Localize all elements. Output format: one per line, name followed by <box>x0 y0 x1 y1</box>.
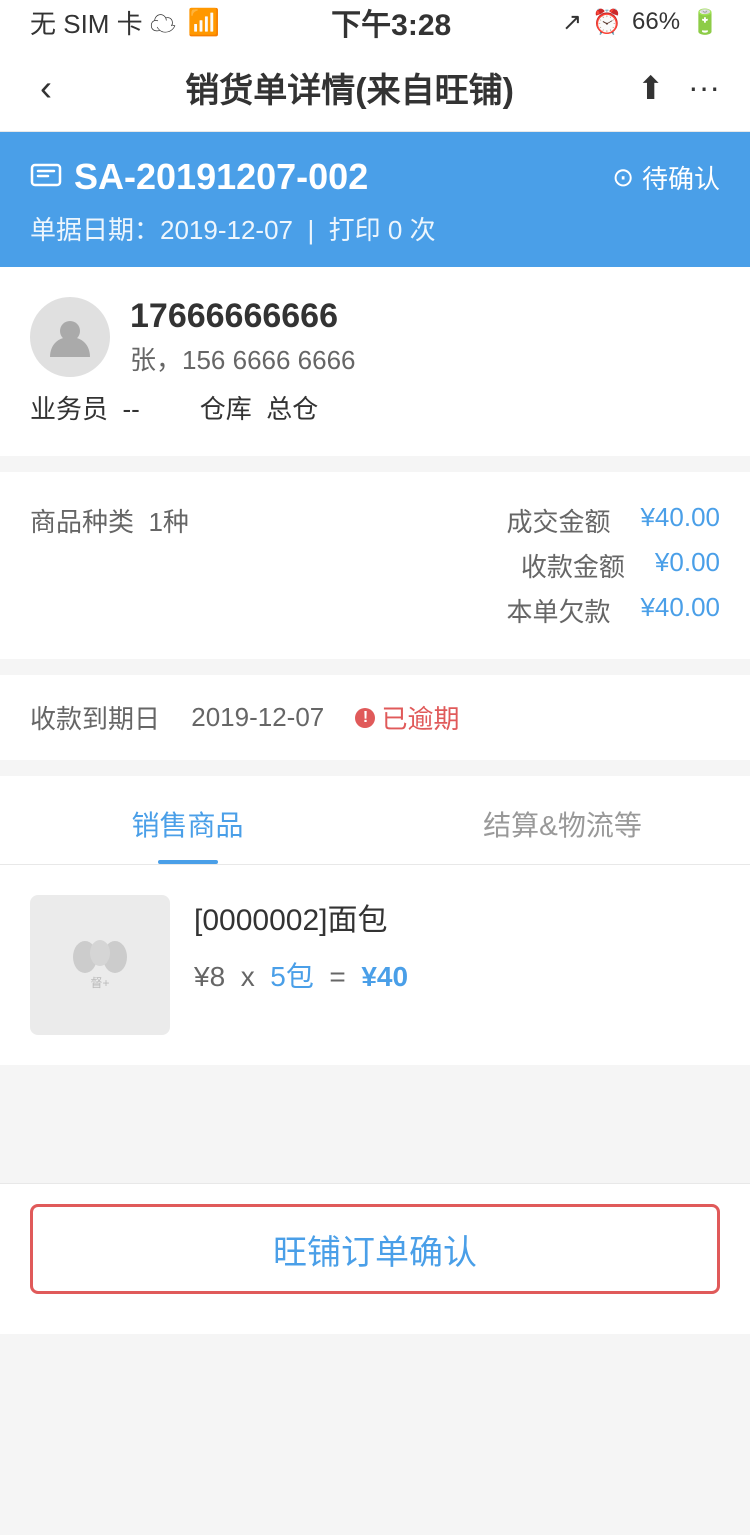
sim-status: 无 SIM 卡 ☁ <box>30 4 176 41</box>
overdue-icon: ! <box>355 708 375 728</box>
transaction-amount: 成交金额 ¥40.00 <box>506 502 720 539</box>
clock-icon: ⊙ <box>612 162 634 193</box>
received-amount: 收款金额 ¥0.00 <box>521 547 720 584</box>
order-id: SA-20191207-002 <box>30 156 368 198</box>
customer-avatar <box>30 297 110 377</box>
tab-products[interactable]: 销售商品 <box>0 776 375 864</box>
page-title: 销货单详情(来自旺铺) <box>185 63 514 112</box>
summary-card: 商品种类 1种 成交金额 ¥40.00 收款金额 ¥0.00 本单欠款 ¥40.… <box>0 472 750 659</box>
share-button[interactable]: ⬆ <box>637 69 664 107</box>
status-bar-time: 下午3:28 <box>331 0 451 44</box>
due-date-label: 收款到期日 <box>30 699 160 736</box>
order-status: ⊙ 待确认 <box>612 159 720 196</box>
warehouse: 仓库 总仓 <box>200 389 318 426</box>
products-section: 督+ [0000002]面包 ¥8 x 5包 = ¥40 <box>0 865 750 1065</box>
customer-card: 17666666666 张，156 6666 6666 业务员 -- 仓库 总仓 <box>0 267 750 456</box>
product-info: [0000002]面包 ¥8 x 5包 = ¥40 <box>194 895 720 995</box>
bottom-bar: 旺铺订单确认 <box>0 1183 750 1334</box>
due-date-value: 2019-12-07 <box>191 702 324 733</box>
product-price: ¥8 x 5包 = ¥40 <box>194 955 720 995</box>
product-item: 督+ [0000002]面包 ¥8 x 5包 = ¥40 <box>0 865 750 1065</box>
wifi-icon: 📶 <box>188 7 220 38</box>
more-button[interactable]: ··· <box>688 69 720 106</box>
tabs-container: 销售商品 结算&物流等 <box>0 776 750 865</box>
order-date: 单据日期：2019-12-07 | 打印 0 次 <box>30 210 720 247</box>
product-logo-icon: 督+ <box>60 925 140 1004</box>
nav-bar: ‹ 销货单详情(来自旺铺) ⬆ ··· <box>0 44 750 132</box>
location-icon: ↗ <box>562 8 582 37</box>
svg-text:督+: 督+ <box>90 975 109 990</box>
tab-settlement[interactable]: 结算&物流等 <box>375 776 750 864</box>
nav-right-actions: ⬆ ··· <box>637 69 720 107</box>
product-image: 督+ <box>30 895 170 1035</box>
overdue-text: 已逾期 <box>381 699 459 736</box>
summary-left: 商品种类 1种 <box>30 502 189 539</box>
due-date-card: 收款到期日 2019-12-07 ! 已逾期 <box>0 675 750 760</box>
battery-icon: 🔋 <box>690 8 720 37</box>
customer-info: 17666666666 张，156 6666 6666 <box>130 297 356 377</box>
back-button[interactable]: ‹ <box>30 57 62 119</box>
product-name: [0000002]面包 <box>194 895 720 939</box>
sales-person: 业务员 -- <box>30 389 140 426</box>
overdue-badge: ! 已逾期 <box>355 699 459 736</box>
customer-meta: 业务员 -- 仓库 总仓 <box>30 389 720 426</box>
customer-phone: 17666666666 <box>130 297 356 336</box>
order-id-icon <box>30 156 62 198</box>
battery-level: 66% <box>632 8 680 36</box>
confirm-order-button[interactable]: 旺铺订单确认 <box>30 1204 720 1294</box>
product-type-row: 商品种类 1种 <box>30 502 189 539</box>
alarm-icon: ⏰ <box>592 8 622 37</box>
owed-amount: 本单欠款 ¥40.00 <box>506 592 720 629</box>
status-bar-right: ↗ ⏰ 66% 🔋 <box>562 8 720 37</box>
order-header: SA-20191207-002 ⊙ 待确认 单据日期：2019-12-07 | … <box>0 132 750 267</box>
status-bar-left: 无 SIM 卡 ☁ 📶 <box>30 4 220 41</box>
status-bar: 无 SIM 卡 ☁ 📶 下午3:28 ↗ ⏰ 66% 🔋 <box>0 0 750 44</box>
summary-right: 成交金额 ¥40.00 收款金额 ¥0.00 本单欠款 ¥40.00 <box>506 502 720 629</box>
customer-name: 张，156 6666 6666 <box>130 340 356 377</box>
